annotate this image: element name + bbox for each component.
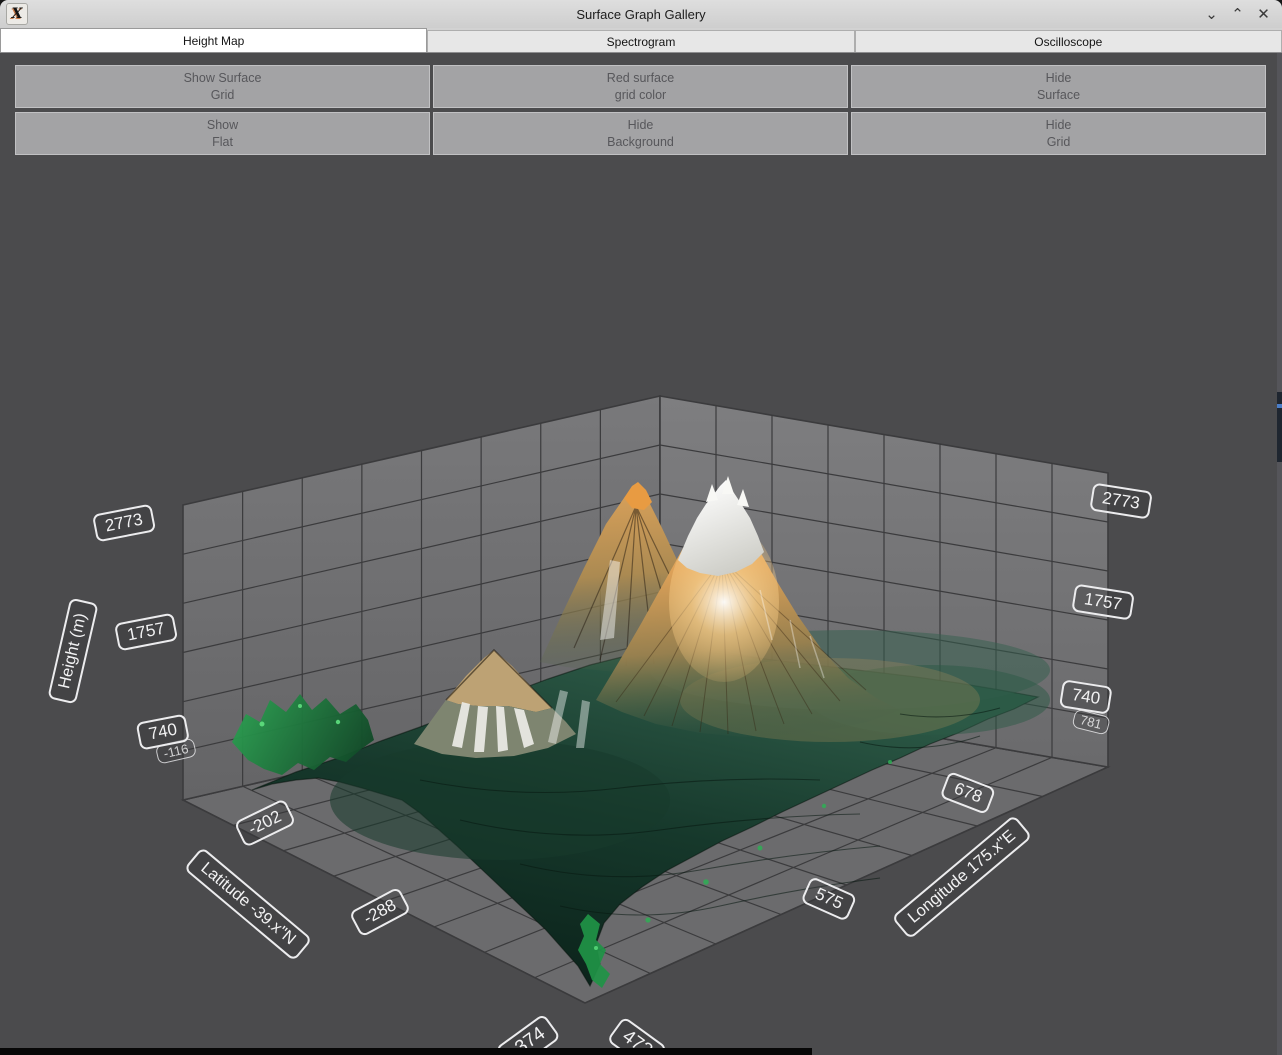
window-controls: ⌄ ⌃ ✕ [1203, 6, 1272, 23]
button-label: Grid [211, 87, 235, 104]
button-label: Show [207, 117, 238, 134]
app-window: X Surface Graph Gallery ⌄ ⌃ ✕ Height Map… [0, 0, 1282, 1055]
close-icon[interactable]: ✕ [1255, 6, 1272, 23]
button-label: Surface [1037, 87, 1080, 104]
button-label: Hide [1046, 70, 1072, 87]
hide-grid-button[interactable]: Hide Grid [851, 112, 1266, 155]
button-label: Background [607, 134, 674, 151]
button-label: Grid [1047, 134, 1071, 151]
tab-spectrogram[interactable]: Spectrogram [427, 30, 854, 52]
hide-background-button[interactable]: Hide Background [433, 112, 848, 155]
app-icon[interactable]: X [6, 3, 28, 25]
button-label: Hide [628, 117, 654, 134]
tab-height-map[interactable]: Height Map [0, 28, 427, 52]
titlebar[interactable]: X Surface Graph Gallery ⌄ ⌃ ✕ [0, 0, 1282, 29]
show-flat-button[interactable]: Show Flat [15, 112, 430, 155]
window-title: Surface Graph Gallery [0, 7, 1282, 22]
surface-3d-view[interactable] [0, 0, 1282, 1055]
toggle-surface-grid-button[interactable]: Show Surface Grid [15, 65, 430, 108]
background-window-sliver [1277, 52, 1282, 1055]
maximize-icon[interactable]: ⌃ [1229, 6, 1246, 23]
button-label: Show Surface [184, 70, 262, 87]
toolbar: Show Surface Grid Red surface grid color… [15, 65, 1266, 155]
button-label: Flat [212, 134, 233, 151]
bottom-screen-strip [0, 1048, 812, 1055]
tab-bar: Height Map Spectrogram Oscilloscope [0, 28, 1282, 53]
button-label: Hide [1046, 117, 1072, 134]
minimize-icon[interactable]: ⌄ [1203, 6, 1220, 23]
button-label: grid color [615, 87, 666, 104]
tab-oscilloscope[interactable]: Oscilloscope [855, 30, 1282, 52]
surface-grid-color-button[interactable]: Red surface grid color [433, 65, 848, 108]
button-label: Red surface [607, 70, 674, 87]
hide-surface-button[interactable]: Hide Surface [851, 65, 1266, 108]
